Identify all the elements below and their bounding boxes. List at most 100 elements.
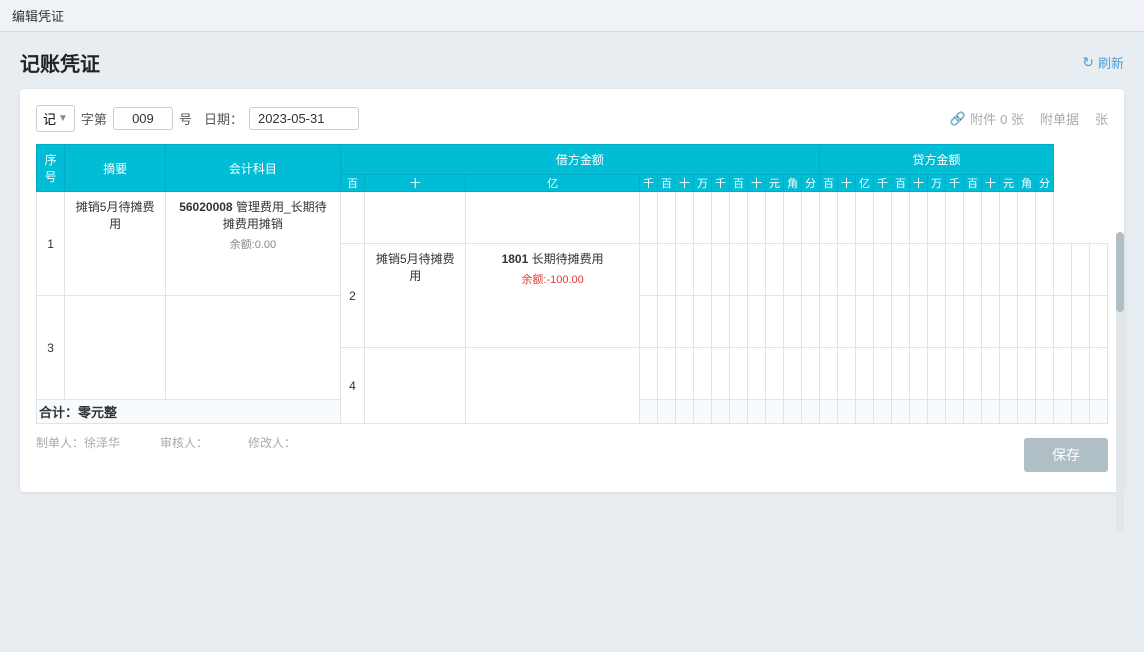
credit-cell[interactable]	[1053, 244, 1071, 296]
credit-cell[interactable]	[1053, 348, 1071, 400]
credit-cell[interactable]	[963, 192, 981, 244]
credit-cell[interactable]	[945, 192, 963, 244]
credit-cell[interactable]	[927, 244, 945, 296]
summary-cell[interactable]	[365, 348, 466, 424]
scrollbar-track[interactable]	[1116, 232, 1124, 532]
debit-cell[interactable]	[783, 348, 801, 400]
credit-cell[interactable]	[999, 192, 1017, 244]
debit-cell[interactable]	[747, 244, 765, 296]
debit-cell[interactable]	[765, 348, 783, 400]
credit-cell[interactable]	[873, 192, 891, 244]
debit-cell[interactable]	[819, 348, 837, 400]
debit-cell[interactable]	[783, 296, 801, 348]
debit-cell[interactable]	[801, 348, 819, 400]
debit-cell[interactable]	[675, 192, 693, 244]
credit-cell[interactable]	[1035, 192, 1053, 244]
debit-cell[interactable]	[657, 348, 675, 400]
credit-cell[interactable]	[999, 296, 1017, 348]
debit-cell[interactable]	[639, 296, 657, 348]
debit-cell[interactable]	[639, 348, 657, 400]
credit-cell[interactable]	[981, 348, 999, 400]
credit-cell[interactable]	[999, 244, 1017, 296]
attach-sheets[interactable]: 附单据	[1040, 109, 1079, 128]
credit-cell[interactable]	[873, 244, 891, 296]
credit-cell[interactable]	[891, 192, 909, 244]
save-button[interactable]: 保存	[1024, 438, 1108, 472]
credit-cell[interactable]	[927, 348, 945, 400]
credit-cell[interactable]	[1035, 244, 1053, 296]
credit-cell[interactable]	[927, 296, 945, 348]
debit-cell[interactable]	[693, 192, 711, 244]
debit-cell[interactable]	[729, 192, 747, 244]
credit-cell[interactable]	[909, 192, 927, 244]
scrollbar-thumb[interactable]	[1116, 232, 1124, 312]
credit-cell[interactable]	[909, 244, 927, 296]
credit-cell[interactable]	[891, 296, 909, 348]
credit-cell[interactable]	[999, 348, 1017, 400]
credit-cell[interactable]	[927, 192, 945, 244]
table-row[interactable]: 1摊销5月待摊费用56020008 管理费用_长期待摊费用摊销余额:0.00	[37, 192, 1108, 244]
debit-cell[interactable]	[729, 296, 747, 348]
credit-cell[interactable]	[873, 296, 891, 348]
debit-cell[interactable]	[837, 296, 855, 348]
debit-cell[interactable]	[855, 348, 873, 400]
credit-cell[interactable]	[1017, 192, 1035, 244]
credit-cell[interactable]	[1071, 244, 1089, 296]
ji-select[interactable]: 记 ▼	[36, 105, 75, 132]
credit-cell[interactable]	[981, 244, 999, 296]
debit-cell[interactable]	[819, 244, 837, 296]
debit-cell[interactable]	[783, 244, 801, 296]
credit-cell[interactable]	[909, 348, 927, 400]
debit-cell[interactable]	[783, 192, 801, 244]
credit-cell[interactable]	[1071, 348, 1089, 400]
credit-cell[interactable]	[1017, 296, 1035, 348]
debit-cell[interactable]	[801, 244, 819, 296]
refresh-button[interactable]: ↻ 刷新	[1082, 53, 1124, 72]
credit-cell[interactable]	[981, 192, 999, 244]
date-input[interactable]	[249, 107, 359, 130]
summary-cell[interactable]: 摊销5月待摊费用	[365, 244, 466, 348]
debit-cell[interactable]	[657, 296, 675, 348]
debit-cell[interactable]	[765, 244, 783, 296]
attach-link[interactable]: 🔗 附件 0 张	[950, 109, 1024, 128]
debit-cell[interactable]	[855, 244, 873, 296]
debit-cell[interactable]	[657, 244, 675, 296]
debit-cell[interactable]	[675, 348, 693, 400]
debit-cell[interactable]	[340, 192, 365, 244]
debit-cell[interactable]	[711, 348, 729, 400]
debit-cell[interactable]	[837, 348, 855, 400]
debit-cell[interactable]	[801, 192, 819, 244]
account-cell[interactable]: 56020008 管理费用_长期待摊费用摊销余额:0.00	[166, 192, 341, 296]
account-cell[interactable]	[466, 348, 640, 424]
debit-cell[interactable]	[693, 244, 711, 296]
credit-cell[interactable]	[945, 296, 963, 348]
credit-cell[interactable]	[909, 296, 927, 348]
debit-cell[interactable]	[365, 192, 466, 244]
credit-cell[interactable]	[873, 348, 891, 400]
debit-cell[interactable]	[675, 296, 693, 348]
debit-cell[interactable]	[693, 296, 711, 348]
debit-cell[interactable]	[729, 244, 747, 296]
debit-cell[interactable]	[639, 244, 657, 296]
credit-cell[interactable]	[1053, 296, 1071, 348]
debit-cell[interactable]	[639, 192, 657, 244]
debit-cell[interactable]	[675, 244, 693, 296]
zidi-input[interactable]	[113, 107, 173, 130]
debit-cell[interactable]	[801, 296, 819, 348]
credit-cell[interactable]	[1017, 244, 1035, 296]
debit-cell[interactable]	[466, 192, 640, 244]
credit-cell[interactable]	[1089, 348, 1107, 400]
debit-cell[interactable]	[837, 244, 855, 296]
credit-cell[interactable]	[819, 192, 837, 244]
credit-cell[interactable]	[891, 244, 909, 296]
debit-cell[interactable]	[747, 192, 765, 244]
summary-cell[interactable]: 摊销5月待摊费用	[65, 192, 166, 296]
credit-cell[interactable]	[1089, 244, 1107, 296]
credit-cell[interactable]	[1071, 296, 1089, 348]
debit-cell[interactable]	[711, 192, 729, 244]
debit-cell[interactable]	[693, 348, 711, 400]
credit-cell[interactable]	[1017, 348, 1035, 400]
account-cell[interactable]	[166, 296, 341, 400]
debit-cell[interactable]	[711, 244, 729, 296]
debit-cell[interactable]	[747, 348, 765, 400]
